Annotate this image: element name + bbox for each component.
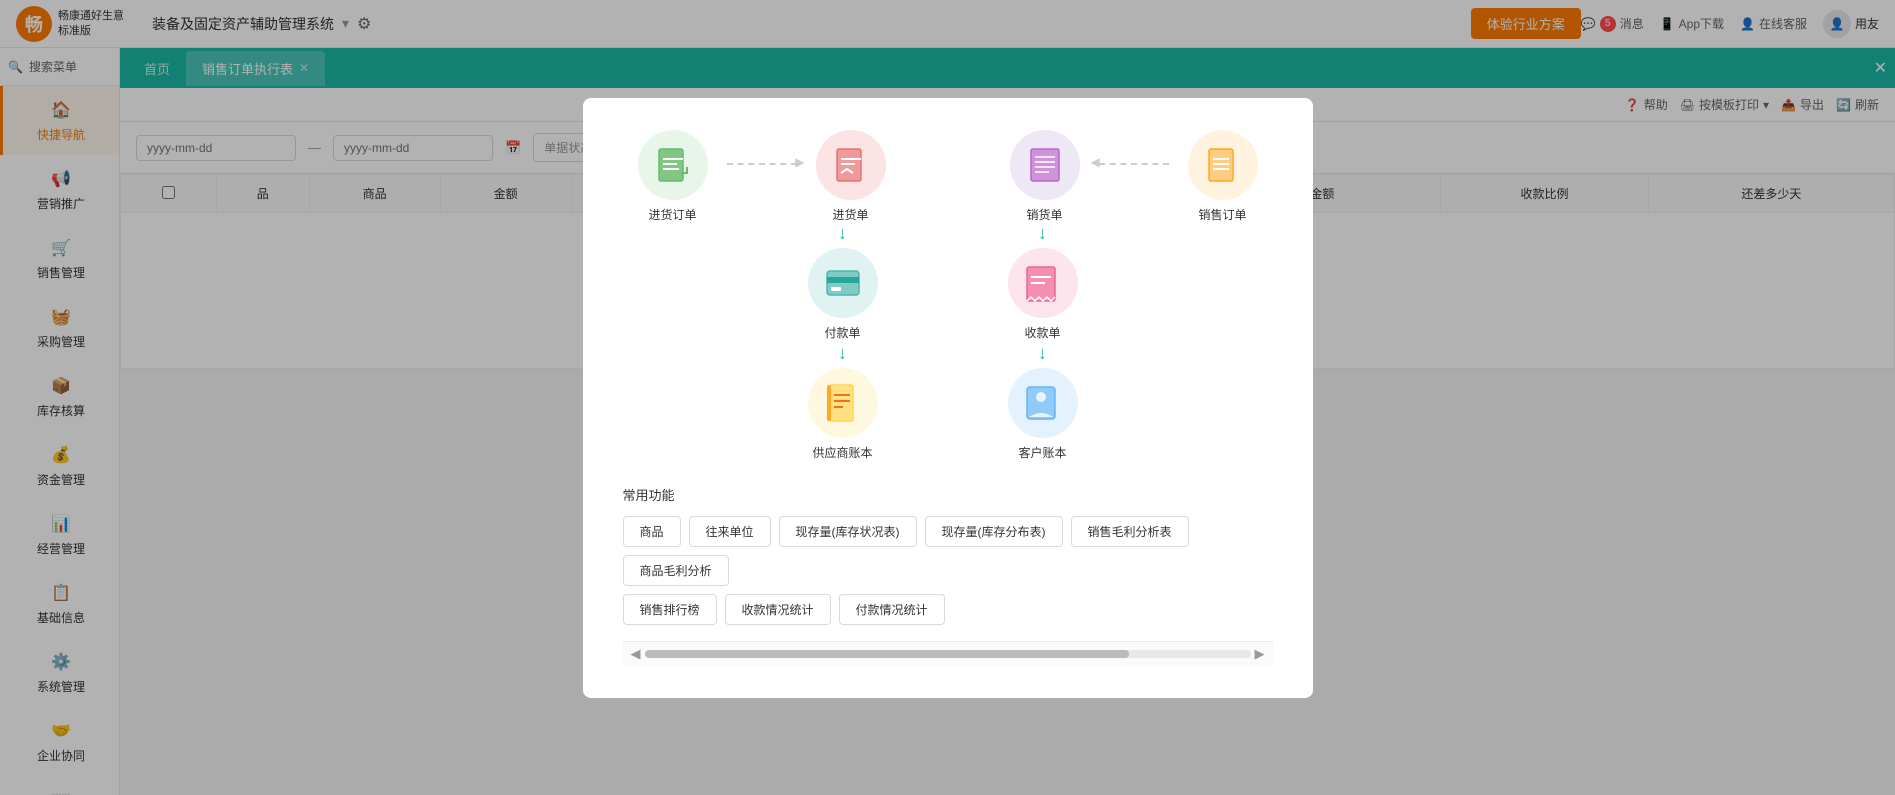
flow-node-payment[interactable]: 付款单 [793,248,893,341]
func-btn-sales-profit[interactable]: 销售毛利分析表 [1071,516,1189,547]
func-btn-goods[interactable]: 商品 [623,516,681,547]
payment-label: 付款单 [824,324,860,341]
quick-guide-overlay[interactable]: 进货订单 ▶ [0,0,1895,795]
flow-node-purchase-order[interactable]: 进货订单 [623,130,723,223]
arrow-h-1: ▶ [723,163,801,165]
scroll-right-arrow[interactable]: ▶ [1255,646,1265,662]
arrow-down-sales: ↓ [993,223,1093,244]
supplier-ledger-circle [808,368,878,438]
function-buttons: 商品 往来单位 现存量(库存状况表) 现存量(库存分布表) 销售毛利分析表 商品… [623,516,1273,586]
scroll-left-arrow[interactable]: ◀ [631,646,641,662]
receipt-circle [1008,248,1078,318]
common-functions: 常用功能 商品 往来单位 现存量(库存状况表) 现存量(库存分布表) 销售毛利分… [623,485,1273,625]
scroll-thumb [645,650,1130,658]
sales-bill-circle [1010,130,1080,200]
func-btn-payment-stats[interactable]: 付款情况统计 [839,594,945,625]
scroll-track[interactable] [645,650,1251,658]
quick-guide-panel: 进货订单 ▶ [583,98,1313,698]
func-btn-receipt-stats[interactable]: 收款情况统计 [725,594,831,625]
scroll-bar-area: ◀ ▶ [623,641,1273,666]
purchase-bill-label: 进货单 [832,206,868,223]
arrow-down-receipt: ↓ [993,343,1093,364]
flow-node-sales-order[interactable]: 销售订单 [1173,130,1273,223]
customer-ledger-label: 客户账本 [1018,444,1066,461]
func-btn-counterpart[interactable]: 往来单位 [689,516,771,547]
arrow-down-payment: ↓ [793,343,893,364]
sales-order-label: 销售订单 [1198,206,1246,223]
flow-node-supplier-ledger[interactable]: 供应商账本 [793,368,893,461]
common-functions-title: 常用功能 [623,485,1273,504]
customer-ledger-circle [1008,368,1078,438]
flow-node-customer-ledger[interactable]: 客户账本 [993,368,1093,461]
purchase-order-circle [638,130,708,200]
func-btn-stock-dist[interactable]: 现存量(库存分布表) [925,516,1063,547]
flow-node-sales-bill[interactable]: 销货单 [995,130,1095,223]
arrow-down-purchase: ↓ [793,223,893,244]
func-btn-sales-rank[interactable]: 销售排行榜 [623,594,717,625]
receipt-label: 收款单 [1024,324,1060,341]
flow-node-purchase-bill[interactable]: 进货单 [801,130,901,223]
func-btn-goods-profit[interactable]: 商品毛利分析 [623,555,729,586]
sales-order-circle [1188,130,1258,200]
arrow-h-2: ◀ [1095,163,1173,165]
flow-node-receipt[interactable]: 收款单 [993,248,1093,341]
supplier-ledger-label: 供应商账本 [812,444,872,461]
function-buttons-2: 销售排行榜 收款情况统计 付款情况统计 [623,594,1273,625]
purchase-order-label: 进货订单 [648,206,696,223]
sales-bill-label: 销货单 [1026,206,1062,223]
purchase-bill-circle [816,130,886,200]
flow-chart: 进货订单 ▶ [623,130,1273,461]
payment-circle [808,248,878,318]
func-btn-stock-status[interactable]: 现存量(库存状况表) [779,516,917,547]
